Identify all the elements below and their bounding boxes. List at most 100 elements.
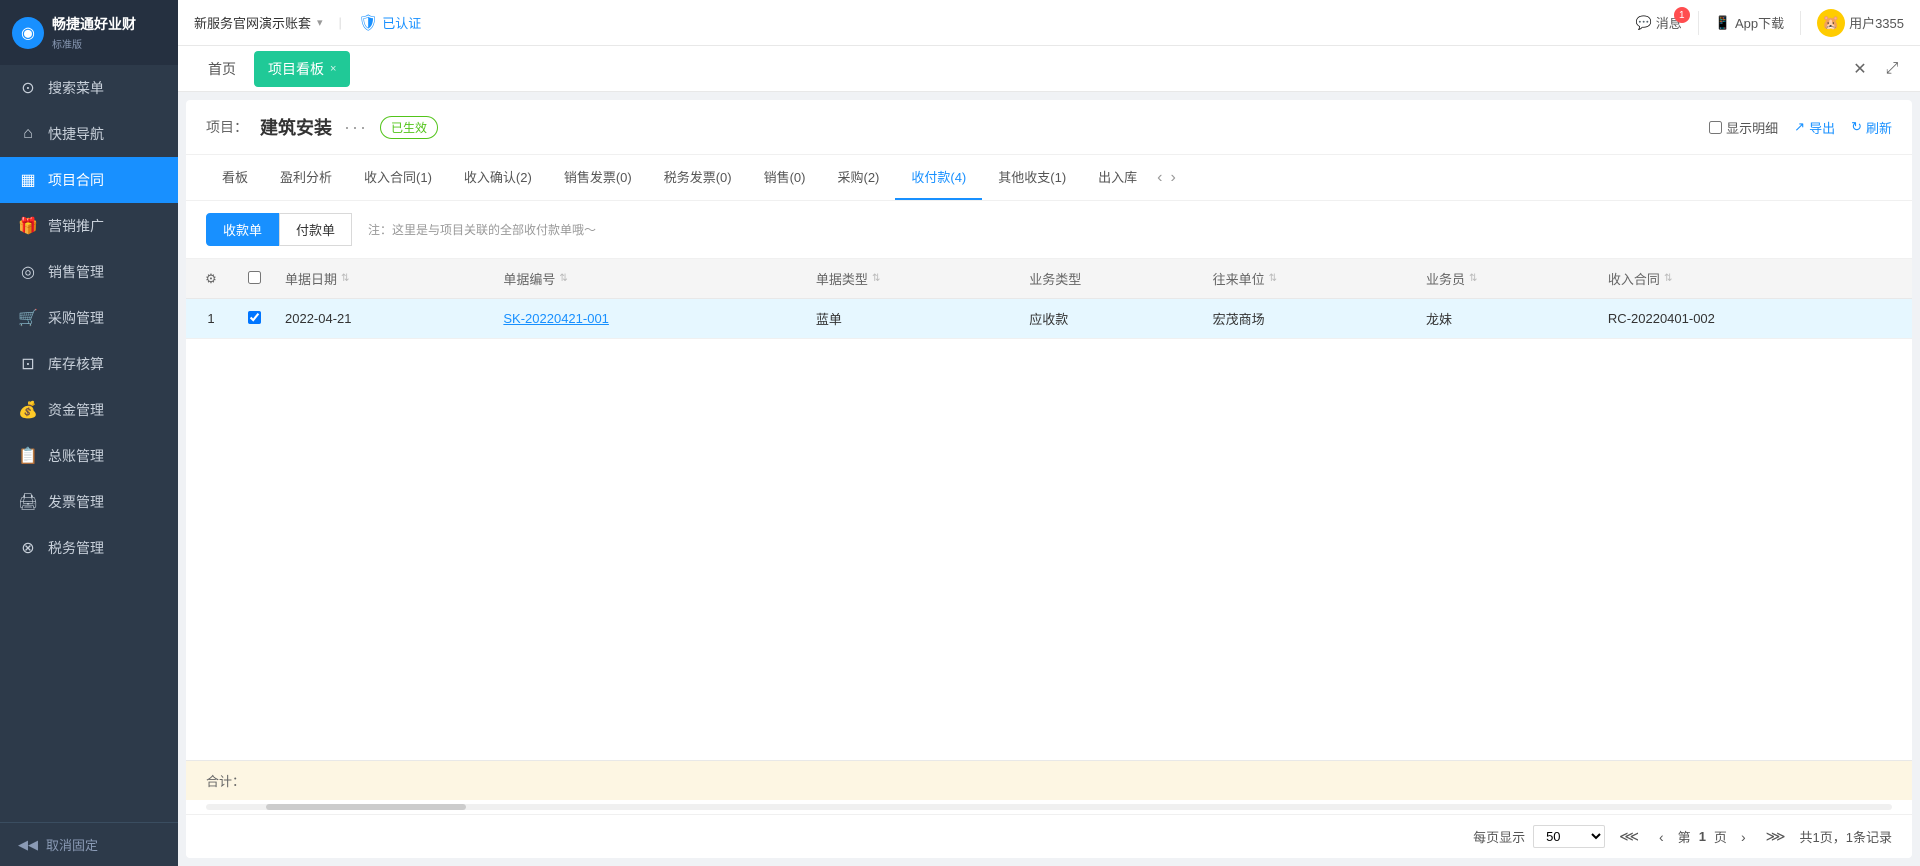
sidebar-item-tax[interactable]: ⊗ 税务管理 xyxy=(0,525,178,571)
scroll-bar[interactable] xyxy=(206,804,1892,810)
gift-icon: 🎁 xyxy=(18,216,38,236)
sidebar-item-inventory[interactable]: ⊡ 库存核算 xyxy=(0,341,178,387)
sidebar-item-invoice[interactable]: 🖨 发票管理 xyxy=(0,479,178,525)
sidebar-item-marketing[interactable]: 🎁 营销推广 xyxy=(0,203,178,249)
subnav-sales[interactable]: 销售(0) xyxy=(748,155,822,200)
top-bar: 新服务官网演示账套 ▾ | 🛡 已认证 💬 消息 1 📱 App下载 xyxy=(178,0,1920,46)
show-detail-checkbox[interactable]: 显示明细 xyxy=(1709,118,1778,137)
account-name: 新服务官网演示账套 xyxy=(194,13,311,32)
row-partner: 宏茂商场 xyxy=(1201,299,1414,339)
app-version: 标准版 xyxy=(52,36,136,51)
page-last-btn[interactable]: ⋙ xyxy=(1760,826,1792,847)
table-row[interactable]: 1 2022-04-21 SK-20220421-001 蓝单 应收款 宏茂商场… xyxy=(186,299,1912,339)
money-icon: 💰 xyxy=(18,400,38,420)
th-partner[interactable]: 往来单位 ⇅ xyxy=(1201,259,1414,299)
row-number-link[interactable]: SK-20220421-001 xyxy=(503,311,609,326)
settings-icon[interactable]: ⚙ xyxy=(205,271,217,286)
subnav-board[interactable]: 看板 xyxy=(206,155,264,200)
app-name: 畅捷通好业财 xyxy=(52,14,136,34)
cart-icon: 🛒 xyxy=(18,308,38,328)
sidebar-item-sales[interactable]: ◎ 销售管理 xyxy=(0,249,178,295)
sidebar-item-quicknav[interactable]: ⌂ 快捷导航 xyxy=(0,111,178,157)
subnav-salesinvoice[interactable]: 销售发票(0) xyxy=(548,155,648,200)
th-incomecontract[interactable]: 收入合同 ⇅ xyxy=(1596,259,1912,299)
message-icon: 💬 xyxy=(1636,15,1652,31)
refresh-icon: ↻ xyxy=(1851,119,1862,135)
sort-icon: ⇅ xyxy=(1664,273,1672,284)
tab-home-label: 首页 xyxy=(208,59,236,79)
main-content: 新服务官网演示账套 ▾ | 🛡 已认证 💬 消息 1 📱 App下载 xyxy=(178,0,1920,866)
phone-icon: 📱 xyxy=(1715,15,1731,31)
sidebar-item-ledger[interactable]: 📋 总账管理 xyxy=(0,433,178,479)
more-icon[interactable]: ··· xyxy=(344,117,368,138)
subnav-inout[interactable]: 出入库 xyxy=(1082,155,1153,200)
row-type: 蓝单 xyxy=(804,299,1017,339)
summary-row: 合计： xyxy=(186,760,1912,800)
row-checkbox[interactable] xyxy=(248,311,261,324)
subnav-taxinvoice[interactable]: 税务发票(0) xyxy=(648,155,748,200)
th-biztype-label: 业务类型 xyxy=(1029,272,1081,287)
page-size-select[interactable]: 50 20 100 xyxy=(1533,825,1605,848)
box-icon: ⊡ xyxy=(18,354,38,374)
export-icon: ↗ xyxy=(1794,119,1805,135)
tab-projectboard[interactable]: 项目看板 × xyxy=(254,51,350,87)
sidebar-item-finance[interactable]: 💰 资金管理 xyxy=(0,387,178,433)
page-prev-btn[interactable]: ‹ xyxy=(1653,827,1670,847)
project-icon: ▦ xyxy=(18,170,38,190)
maximize-button[interactable]: ⤢ xyxy=(1880,57,1904,81)
subnav-incomeverify[interactable]: 收入确认(2) xyxy=(448,155,548,200)
refresh-button[interactable]: ↻ 刷新 xyxy=(1851,118,1892,137)
subnav-receipt[interactable]: 收付款(4) xyxy=(895,155,982,200)
scroll-bar-thumb[interactable] xyxy=(266,804,466,810)
divider2 xyxy=(1800,11,1801,35)
tab-close-icon[interactable]: × xyxy=(330,63,336,75)
th-number[interactable]: 单据编号 ⇅ xyxy=(491,259,804,299)
sort-icon: ⇅ xyxy=(1469,273,1477,284)
sidebar-nav: ⊙ 搜索菜单 ⌂ 快捷导航 ▦ 项目合同 🎁 营销推广 ◎ 销售管理 🛒 采购管… xyxy=(0,65,178,822)
page-total: 共1页，1条记录 xyxy=(1800,827,1892,846)
sidebar-logo: ◉ 畅捷通好业财 标准版 xyxy=(0,0,178,65)
close-button[interactable]: ✕ xyxy=(1848,57,1872,81)
sidebar-item-projectcontract[interactable]: ▦ 项目合同 xyxy=(0,157,178,203)
account-selector[interactable]: 新服务官网演示账套 ▾ xyxy=(194,13,323,32)
sub-nav: 看板 盈利分析 收入合同(1) 收入确认(2) 销售发票(0) 税务发票(0) … xyxy=(186,155,1912,201)
payment-toggle-btn[interactable]: 付款单 xyxy=(279,213,352,246)
subnav-other[interactable]: 其他收支(1) xyxy=(982,155,1082,200)
user-profile[interactable]: 🐹 用户3355 xyxy=(1817,9,1904,37)
sidebar-item-label: 发票管理 xyxy=(48,492,104,512)
row-number[interactable]: SK-20220421-001 xyxy=(491,299,804,339)
sidebar-unpin[interactable]: ◀◀ 取消固定 xyxy=(0,822,178,866)
app-download-btn[interactable]: 📱 App下载 xyxy=(1715,13,1784,32)
select-all-checkbox[interactable] xyxy=(248,271,261,284)
shield-icon: 🛡 xyxy=(358,13,378,33)
subnav-purchase[interactable]: 采购(2) xyxy=(821,155,895,200)
export-button[interactable]: ↗ 导出 xyxy=(1794,118,1835,137)
subnav-profit[interactable]: 盈利分析 xyxy=(264,155,348,200)
receipt-toggle-btn[interactable]: 收款单 xyxy=(206,213,279,246)
table-container: ⚙ 单据日期 ⇅ 单据编号 xyxy=(186,259,1912,760)
th-settings[interactable]: ⚙ xyxy=(186,259,236,299)
row-checkbox-cell[interactable] xyxy=(236,299,273,339)
sort-icon: ⇅ xyxy=(559,273,567,284)
sidebar-item-label: 资金管理 xyxy=(48,400,104,420)
app-logo-icon: ◉ xyxy=(12,17,44,49)
nav-prev-arrow[interactable]: ‹ xyxy=(1153,169,1166,187)
tab-home[interactable]: 首页 xyxy=(194,51,250,87)
page-first-btn[interactable]: ⋘ xyxy=(1613,826,1645,847)
subnav-incomecontract[interactable]: 收入合同(1) xyxy=(348,155,448,200)
th-partner-label: 往来单位 xyxy=(1213,269,1265,288)
project-label: 项目： xyxy=(206,117,248,137)
chevron-down-icon: ▾ xyxy=(317,16,323,29)
th-type[interactable]: 单据类型 ⇅ xyxy=(804,259,1017,299)
sidebar-item-label: 总账管理 xyxy=(48,446,104,466)
row-incomecontract: RC-20220401-002 xyxy=(1596,299,1912,339)
nav-next-arrow[interactable]: › xyxy=(1167,169,1180,187)
messages-btn[interactable]: 💬 消息 1 xyxy=(1636,13,1682,32)
certified-badge: 🛡 已认证 xyxy=(358,13,421,33)
sidebar-item-search[interactable]: ⊙ 搜索菜单 xyxy=(0,65,178,111)
th-date[interactable]: 单据日期 ⇅ xyxy=(273,259,491,299)
th-salesperson[interactable]: 业务员 ⇅ xyxy=(1414,259,1596,299)
sidebar-item-purchase[interactable]: 🛒 采购管理 xyxy=(0,295,178,341)
detail-checkbox[interactable] xyxy=(1709,121,1722,134)
page-next-btn[interactable]: › xyxy=(1735,827,1752,847)
